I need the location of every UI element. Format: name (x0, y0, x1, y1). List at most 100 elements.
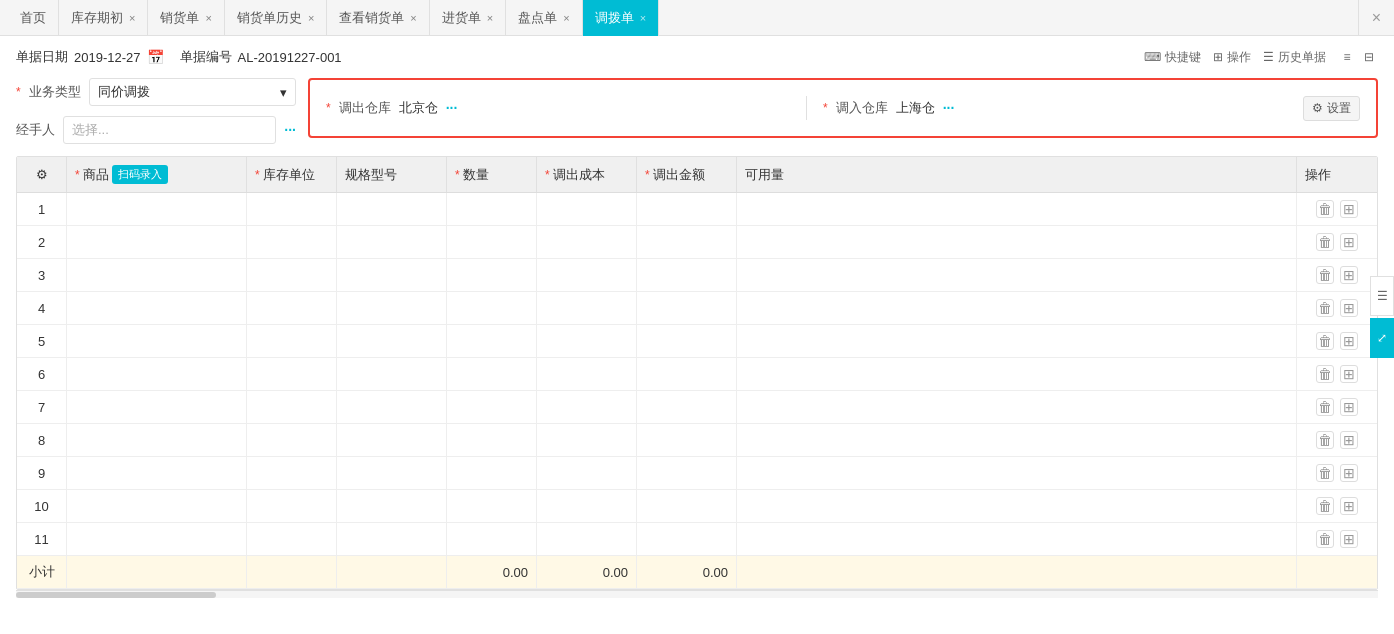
td-amount[interactable] (637, 523, 737, 555)
td-product[interactable] (67, 325, 247, 357)
td-amount[interactable] (637, 193, 737, 225)
td-quantity[interactable] (447, 424, 537, 456)
tab-inventory-init[interactable]: 库存期初 × (59, 0, 148, 36)
delete-icon[interactable]: 🗑 (1316, 299, 1334, 317)
td-product[interactable] (67, 490, 247, 522)
delete-icon[interactable]: 🗑 (1316, 431, 1334, 449)
td-cost[interactable] (537, 523, 637, 555)
scrollbar-thumb[interactable] (16, 592, 216, 598)
layout-split-icon[interactable]: ⊟ (1360, 48, 1378, 66)
shortcuts-link[interactable]: ⌨ 快捷键 (1144, 49, 1201, 66)
delete-icon[interactable]: 🗑 (1316, 530, 1334, 548)
td-product[interactable] (67, 358, 247, 390)
td-spec[interactable] (337, 391, 447, 423)
td-product[interactable] (67, 193, 247, 225)
td-cost[interactable] (537, 424, 637, 456)
td-unit[interactable] (247, 457, 337, 489)
td-product[interactable] (67, 457, 247, 489)
tab-transfer-order[interactable]: 调拨单 × (583, 0, 659, 36)
copy-icon[interactable]: ⊞ (1340, 497, 1358, 515)
td-amount[interactable] (637, 325, 737, 357)
tab-sales-order[interactable]: 销货单 × (148, 0, 224, 36)
delete-icon[interactable]: 🗑 (1316, 332, 1334, 350)
td-spec[interactable] (337, 292, 447, 324)
td-quantity[interactable] (447, 523, 537, 555)
sidebar-expand-btn[interactable]: ⤢ (1370, 318, 1394, 358)
td-unit[interactable] (247, 193, 337, 225)
tab-transfer-order-close[interactable]: × (640, 12, 646, 24)
td-unit[interactable] (247, 358, 337, 390)
td-amount[interactable] (637, 457, 737, 489)
td-quantity[interactable] (447, 226, 537, 258)
td-unit[interactable] (247, 523, 337, 555)
td-cost[interactable] (537, 490, 637, 522)
tab-purchase-order-close[interactable]: × (487, 12, 493, 24)
tab-home[interactable]: 首页 (8, 0, 59, 36)
td-unit[interactable] (247, 259, 337, 291)
history-link[interactable]: ☰ 历史单据 (1263, 49, 1326, 66)
td-cost[interactable] (537, 325, 637, 357)
copy-icon[interactable]: ⊞ (1340, 398, 1358, 416)
td-product[interactable] (67, 292, 247, 324)
window-close-button[interactable]: × (1358, 0, 1394, 36)
copy-icon[interactable]: ⊞ (1340, 365, 1358, 383)
td-unit[interactable] (247, 325, 337, 357)
copy-icon[interactable]: ⊞ (1340, 464, 1358, 482)
td-quantity[interactable] (447, 358, 537, 390)
business-type-select[interactable]: 同价调拨 ▾ (89, 78, 296, 106)
td-cost[interactable] (537, 226, 637, 258)
td-product[interactable] (67, 424, 247, 456)
td-amount[interactable] (637, 358, 737, 390)
td-cost[interactable] (537, 259, 637, 291)
td-quantity[interactable] (447, 325, 537, 357)
td-unit[interactable] (247, 292, 337, 324)
td-quantity[interactable] (447, 259, 537, 291)
tab-purchase-order[interactable]: 进货单 × (430, 0, 506, 36)
copy-icon[interactable]: ⊞ (1340, 200, 1358, 218)
td-spec[interactable] (337, 490, 447, 522)
td-spec[interactable] (337, 325, 447, 357)
td-quantity[interactable] (447, 292, 537, 324)
td-unit[interactable] (247, 490, 337, 522)
out-warehouse-more-icon[interactable]: ··· (446, 100, 458, 116)
td-cost[interactable] (537, 193, 637, 225)
copy-icon[interactable]: ⊞ (1340, 233, 1358, 251)
th-settings[interactable]: ⚙ (17, 157, 67, 192)
horizontal-scrollbar[interactable] (16, 590, 1378, 598)
layout-single-icon[interactable]: ≡ (1338, 48, 1356, 66)
handler-select[interactable]: 选择... (63, 116, 276, 144)
td-amount[interactable] (637, 226, 737, 258)
td-product[interactable] (67, 523, 247, 555)
settings-button[interactable]: ⚙ 设置 (1303, 96, 1360, 121)
delete-icon[interactable]: 🗑 (1316, 200, 1334, 218)
copy-icon[interactable]: ⊞ (1340, 266, 1358, 284)
calendar-icon[interactable]: 📅 (147, 49, 164, 65)
td-unit[interactable] (247, 391, 337, 423)
tab-sales-history[interactable]: 销货单历史 × (225, 0, 327, 36)
copy-icon[interactable]: ⊞ (1340, 332, 1358, 350)
tab-view-sales-close[interactable]: × (410, 12, 416, 24)
td-spec[interactable] (337, 226, 447, 258)
td-amount[interactable] (637, 490, 737, 522)
delete-icon[interactable]: 🗑 (1316, 365, 1334, 383)
td-cost[interactable] (537, 358, 637, 390)
td-cost[interactable] (537, 457, 637, 489)
tab-inventory-check[interactable]: 盘点单 × (506, 0, 582, 36)
td-product[interactable] (67, 391, 247, 423)
td-spec[interactable] (337, 259, 447, 291)
td-quantity[interactable] (447, 457, 537, 489)
td-unit[interactable] (247, 424, 337, 456)
copy-icon[interactable]: ⊞ (1340, 431, 1358, 449)
td-spec[interactable] (337, 193, 447, 225)
sidebar-list-btn[interactable]: ☰ (1370, 276, 1394, 316)
in-warehouse-more-icon[interactable]: ··· (943, 100, 955, 116)
td-cost[interactable] (537, 292, 637, 324)
tab-inventory-check-close[interactable]: × (563, 12, 569, 24)
td-spec[interactable] (337, 358, 447, 390)
td-unit[interactable] (247, 226, 337, 258)
copy-icon[interactable]: ⊞ (1340, 530, 1358, 548)
td-quantity[interactable] (447, 490, 537, 522)
tab-sales-history-close[interactable]: × (308, 12, 314, 24)
handler-more-icon[interactable]: ··· (284, 122, 296, 138)
td-amount[interactable] (637, 391, 737, 423)
